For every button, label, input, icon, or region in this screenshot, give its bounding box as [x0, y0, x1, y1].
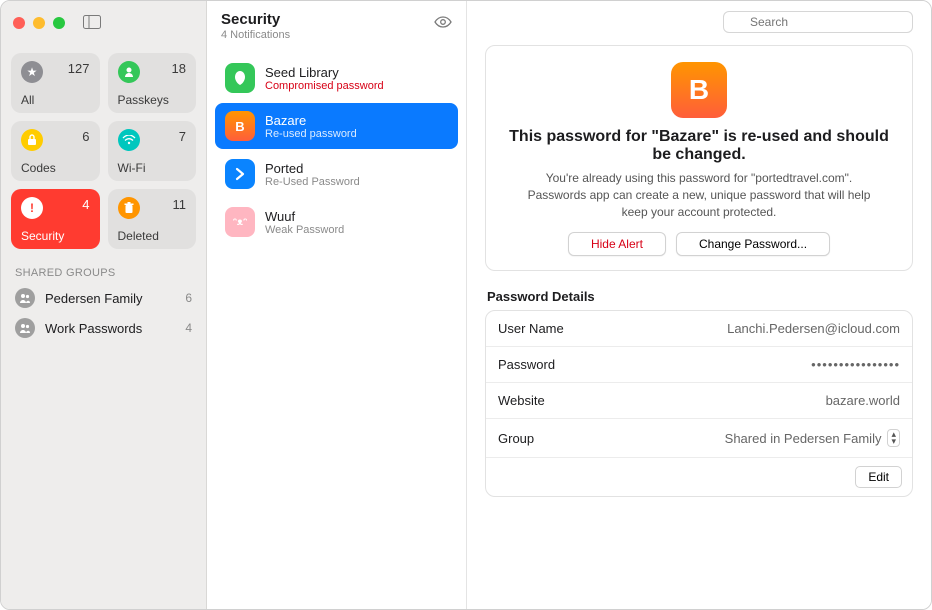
minimize-window-button[interactable] — [33, 17, 45, 29]
tile-count: 127 — [68, 61, 90, 76]
item-name: Seed Library — [265, 65, 384, 80]
detail-row-password[interactable]: Password •••••••••••••••• — [486, 347, 912, 383]
sidebar: ★ 127 All 18 Passkeys 6 Codes — [1, 1, 207, 609]
tile-label: Codes — [21, 161, 56, 175]
app-icon-bazare: B — [225, 111, 255, 141]
alert-body: You're already using this password for "… — [504, 170, 894, 220]
group-select-value: Shared in Pedersen Family — [725, 431, 882, 446]
detail-row-website[interactable]: Website bazare.world — [486, 383, 912, 419]
alert-title: This password for "Bazare" is re-used an… — [504, 128, 894, 164]
group-count: 6 — [185, 291, 192, 305]
group-name: Pedersen Family — [45, 291, 143, 306]
item-name: Wuuf — [265, 209, 344, 224]
edit-button[interactable]: Edit — [855, 466, 902, 488]
detail-value: •••••••••••••••• — [811, 357, 900, 372]
lock-icon — [21, 129, 43, 151]
search-input[interactable] — [723, 11, 913, 33]
passwords-window: ★ 127 All 18 Passkeys 6 Codes — [0, 0, 932, 610]
tile-wifi[interactable]: 7 Wi-Fi — [108, 121, 197, 181]
app-icon-seed-library — [225, 63, 255, 93]
dropdown-chevrons-icon[interactable]: ▴▾ — [887, 429, 900, 447]
tile-count: 7 — [179, 129, 186, 144]
item-status: Weak Password — [265, 224, 344, 236]
tile-label: Deleted — [118, 229, 159, 243]
item-name: Ported — [265, 161, 360, 176]
search-wrap — [485, 11, 913, 33]
list-title: Security — [221, 11, 434, 28]
group-work-passwords[interactable]: Work Passwords 4 — [1, 313, 206, 343]
detail-value: Lanchi.Pedersen@icloud.com — [727, 321, 900, 336]
window-controls — [13, 17, 65, 29]
star-icon: ★ — [21, 61, 43, 83]
person-key-icon — [118, 61, 140, 83]
group-count: 4 — [185, 321, 192, 335]
detail-value: Shared in Pedersen Family ▴▾ — [725, 429, 900, 447]
tile-all[interactable]: ★ 127 All — [11, 53, 100, 113]
detail-label: Password — [498, 357, 555, 372]
list-item[interactable]: Seed Library Compromised password — [215, 55, 458, 101]
tile-label: Wi-Fi — [118, 161, 146, 175]
detail-row-edit: Edit — [486, 458, 912, 496]
tile-count: 4 — [82, 197, 89, 212]
item-status: Compromised password — [265, 80, 384, 92]
list-item[interactable]: Ported Re-Used Password — [215, 151, 458, 197]
notifications-list: Seed Library Compromised password B Baza… — [207, 49, 466, 253]
detail-label: Website — [498, 393, 545, 408]
hide-alert-button[interactable]: Hide Alert — [568, 232, 666, 256]
list-header: Security 4 Notifications — [207, 1, 466, 49]
list-subtitle: 4 Notifications — [221, 29, 434, 41]
close-window-button[interactable] — [13, 17, 25, 29]
detail-pane: B This password for "Bazare" is re-used … — [467, 1, 931, 609]
detail-row-group[interactable]: Group Shared in Pedersen Family ▴▾ — [486, 419, 912, 458]
tile-count: 11 — [173, 197, 187, 212]
shared-groups-header: Shared Groups — [1, 261, 206, 283]
category-tiles: ★ 127 All 18 Passkeys 6 Codes — [1, 45, 206, 261]
list-item[interactable]: B Bazare Re-used password — [215, 103, 458, 149]
security-alert-card: B This password for "Bazare" is re-used … — [485, 45, 913, 271]
password-details-table: User Name Lanchi.Pedersen@icloud.com Pas… — [485, 310, 913, 497]
reveal-passwords-icon[interactable] — [434, 11, 452, 32]
change-password-button[interactable]: Change Password... — [676, 232, 830, 256]
item-status: Re-Used Password — [265, 176, 360, 188]
tile-count: 18 — [172, 61, 186, 76]
tile-label: Passkeys — [118, 93, 169, 107]
tile-count: 6 — [82, 129, 89, 144]
app-icon-bazare-large: B — [671, 62, 727, 118]
detail-row-username[interactable]: User Name Lanchi.Pedersen@icloud.com — [486, 311, 912, 347]
wifi-icon — [118, 129, 140, 151]
tile-security[interactable]: ! 4 Security — [11, 189, 100, 249]
group-icon — [15, 288, 35, 308]
item-status: Re-used password — [265, 128, 357, 140]
app-icon-wuuf: ᵔᴥᵔ — [225, 207, 255, 237]
detail-label: User Name — [498, 321, 564, 336]
group-name: Work Passwords — [45, 321, 142, 336]
password-details-title: Password Details — [487, 289, 913, 304]
list-item[interactable]: ᵔᴥᵔ Wuuf Weak Password — [215, 199, 458, 245]
tile-label: All — [21, 93, 34, 107]
zoom-window-button[interactable] — [53, 17, 65, 29]
group-pedersen-family[interactable]: Pedersen Family 6 — [1, 283, 206, 313]
alert-icon: ! — [21, 197, 43, 219]
group-icon — [15, 318, 35, 338]
tile-deleted[interactable]: 11 Deleted — [108, 189, 197, 249]
detail-value: bazare.world — [826, 393, 900, 408]
titlebar — [1, 1, 206, 45]
detail-label: Group — [498, 431, 534, 446]
sidebar-toggle-icon[interactable] — [83, 15, 101, 32]
tile-codes[interactable]: 6 Codes — [11, 121, 100, 181]
notifications-list-pane: Security 4 Notifications Seed Library Co… — [207, 1, 467, 609]
item-name: Bazare — [265, 113, 357, 128]
tile-label: Security — [21, 229, 64, 243]
tile-passkeys[interactable]: 18 Passkeys — [108, 53, 197, 113]
app-icon-ported — [225, 159, 255, 189]
trash-icon — [118, 197, 140, 219]
